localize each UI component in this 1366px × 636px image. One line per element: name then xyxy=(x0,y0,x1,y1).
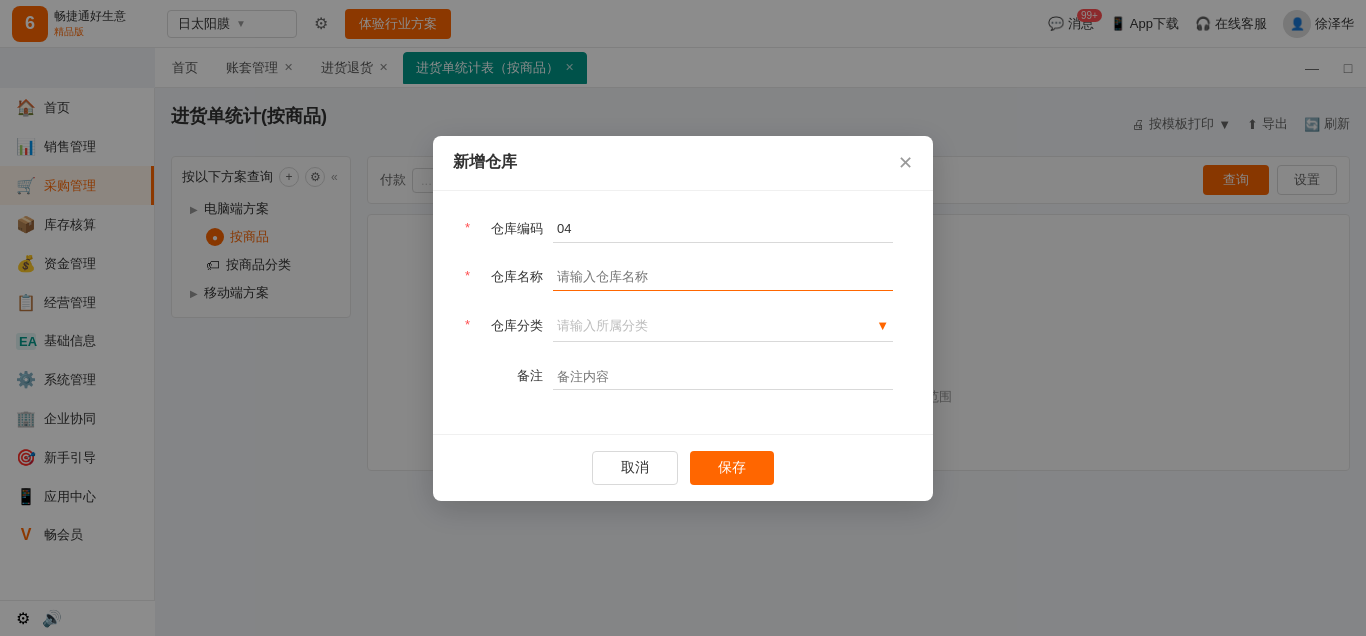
modal-header: 新增仓库 ✕ xyxy=(433,136,933,191)
code-label: 仓库编码 xyxy=(473,220,553,238)
save-button[interactable]: 保存 xyxy=(690,451,774,485)
form-row-code: 仓库编码 xyxy=(473,215,893,243)
form-row-category: 仓库分类 请输入所属分类 ▼ xyxy=(473,311,893,342)
modal-footer: 取消 保存 xyxy=(433,434,933,501)
new-warehouse-modal: 新增仓库 ✕ 仓库编码 仓库名称 仓库分类 请输入所属分类 ▼ xyxy=(433,136,933,501)
modal-body: 仓库编码 仓库名称 仓库分类 请输入所属分类 ▼ 备注 xyxy=(433,191,933,434)
code-input[interactable] xyxy=(553,215,893,243)
modal-overlay: 新增仓库 ✕ 仓库编码 仓库名称 仓库分类 请输入所属分类 ▼ xyxy=(0,0,1366,636)
cancel-button[interactable]: 取消 xyxy=(592,451,678,485)
name-label: 仓库名称 xyxy=(473,268,553,286)
modal-close-btn[interactable]: ✕ xyxy=(898,152,913,174)
name-input[interactable] xyxy=(553,263,893,291)
category-label: 仓库分类 xyxy=(473,317,553,335)
form-row-name: 仓库名称 xyxy=(473,263,893,291)
form-row-note: 备注 xyxy=(473,362,893,390)
category-select[interactable]: 请输入所属分类 ▼ xyxy=(553,311,893,342)
note-textarea[interactable] xyxy=(553,362,893,390)
category-select-arrow-icon: ▼ xyxy=(876,318,889,333)
modal-title: 新增仓库 xyxy=(453,152,517,173)
note-label: 备注 xyxy=(473,367,553,385)
